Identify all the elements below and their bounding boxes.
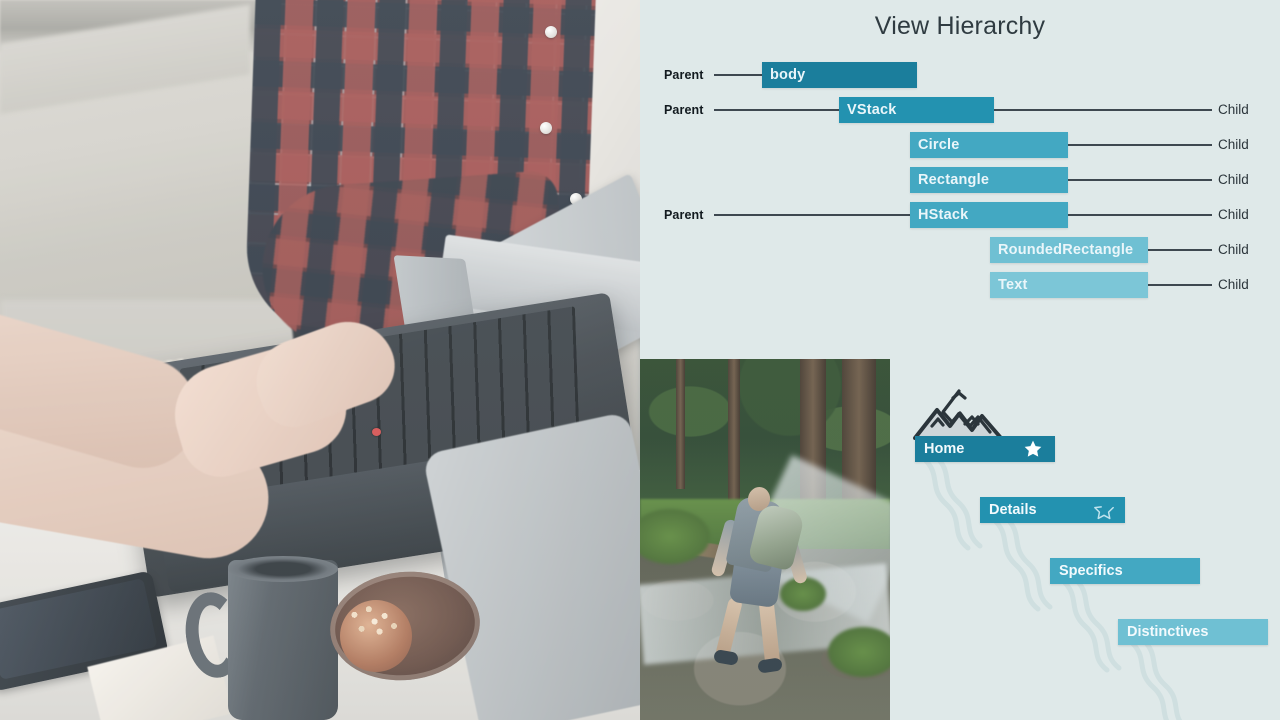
nav-item-label: Home <box>924 441 965 457</box>
child-connector-line <box>1148 249 1212 251</box>
parent-label: Parent <box>664 103 704 117</box>
child-connector-line <box>994 109 1212 111</box>
child-label: Child <box>1218 207 1249 222</box>
parent-connector-line <box>714 74 762 76</box>
hierarchy-node-roundedrectangle[interactable]: RoundedRectangle <box>990 237 1148 263</box>
child-connector-line <box>1068 144 1212 146</box>
parent-connector-line <box>714 109 839 111</box>
hierarchy-node-text[interactable]: Text <box>990 272 1148 298</box>
hike-color-grade <box>640 359 890 720</box>
hiker-photo <box>640 359 890 720</box>
nav-item-details[interactable]: Details <box>980 497 1125 523</box>
hierarchy-node-vstack[interactable]: VStack <box>839 97 994 123</box>
laptop-typing-photo <box>0 0 640 720</box>
nav-item-label: Specifics <box>1059 563 1123 579</box>
hierarchy-node-rectangle[interactable]: Rectangle <box>910 167 1068 193</box>
nav-item-label: Details <box>989 502 1037 518</box>
page-title: View Hierarchy <box>874 12 1046 40</box>
child-connector-line <box>1068 214 1212 216</box>
star-filled-icon <box>1024 440 1042 457</box>
child-connector-line <box>1068 179 1212 181</box>
navigation-flow-panel: Home Details Specifics Distinctives <box>890 358 1280 720</box>
parent-connector-line <box>714 214 910 216</box>
child-label: Child <box>1218 242 1249 257</box>
mountain-icon <box>913 389 1003 440</box>
nav-item-home[interactable]: Home <box>915 436 1055 462</box>
parent-label: Parent <box>664 68 704 82</box>
nav-item-label: Distinctives <box>1127 624 1209 640</box>
child-label: Child <box>1218 102 1249 117</box>
star-outline-partial-icon <box>1094 506 1114 520</box>
child-label: Child <box>1218 137 1249 152</box>
photo-color-grade <box>0 0 640 720</box>
view-hierarchy-panel: View Hierarchy Parent body Parent Child VSta… <box>640 0 1280 358</box>
nav-item-specifics[interactable]: Specifics <box>1050 558 1200 584</box>
child-label: Child <box>1218 277 1249 292</box>
hierarchy-node-circle[interactable]: Circle <box>910 132 1068 158</box>
nav-item-distinctives[interactable]: Distinctives <box>1118 619 1268 645</box>
parent-label: Parent <box>664 208 704 222</box>
child-connector-line <box>1148 284 1212 286</box>
hierarchy-node-body[interactable]: body <box>762 62 917 88</box>
child-label: Child <box>1218 172 1249 187</box>
screenshot-root: View Hierarchy Parent body Parent Child VSta… <box>0 0 1280 720</box>
hierarchy-node-hstack[interactable]: HStack <box>910 202 1068 228</box>
